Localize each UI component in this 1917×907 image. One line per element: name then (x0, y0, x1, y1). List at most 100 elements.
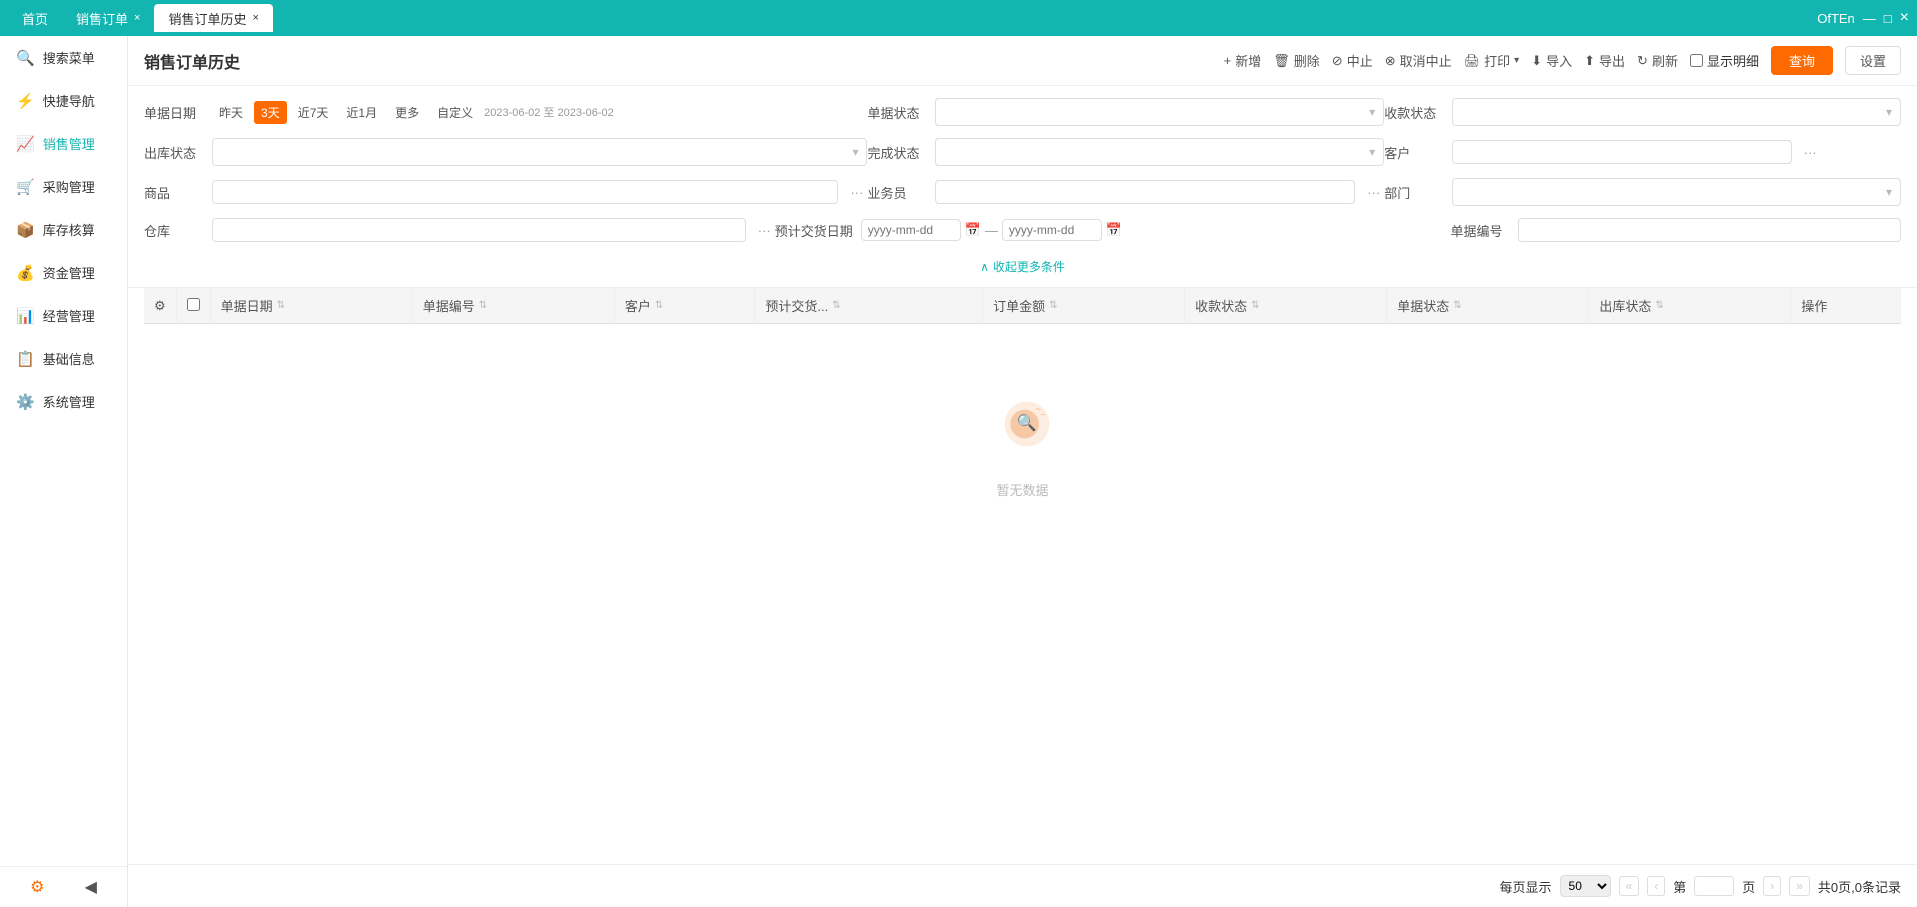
filter-completion-status: 完成状态 ▾ (867, 138, 1384, 166)
date-btn-more[interactable]: 更多 (388, 101, 426, 124)
minimize-icon[interactable]: — (1863, 11, 1876, 26)
filter-goods: 商品 ··· (144, 180, 867, 204)
page-size-select[interactable]: 50 10 20 100 (1560, 875, 1611, 897)
print-button[interactable]: 🖨 打印 ▾ (1464, 51, 1520, 70)
restore-icon[interactable]: □ (1884, 11, 1892, 26)
expected-delivery-label: 预计交货日期 (775, 221, 853, 240)
th-order-no[interactable]: 单据编号 ⇅ (412, 288, 614, 324)
delivery-status-label: 出库状态 (144, 143, 204, 162)
sidebar-item-operations-label: 经营管理 (43, 306, 95, 325)
date-btn-7days[interactable]: 近7天 (291, 101, 336, 124)
quick-nav-icon: ⚡ (16, 92, 35, 110)
page-label: 第 (1673, 877, 1686, 896)
stop-button[interactable]: ⊘ 中止 (1332, 51, 1373, 70)
filter-row-4: 仓库 ··· 预计交货日期 📅 — 📅 单据编号 (144, 218, 1901, 242)
select-all-checkbox[interactable] (187, 298, 200, 311)
th-settings[interactable]: ⚙ (144, 288, 176, 324)
query-button[interactable]: 查询 (1771, 46, 1833, 75)
tab-home[interactable]: 首页 (8, 4, 62, 32)
collapse-bar[interactable]: ∧ 收起更多条件 (144, 254, 1901, 279)
date-btn-month[interactable]: 近1月 (339, 101, 384, 124)
customer-input[interactable] (1452, 140, 1791, 164)
th-date[interactable]: 单据日期 ⇅ (210, 288, 412, 324)
sidebar-collapse-icon[interactable]: ◀ (85, 877, 97, 897)
last-page-button[interactable]: » (1789, 876, 1810, 896)
tab-sales-order[interactable]: 销售订单 × (62, 4, 154, 32)
sidebar-item-basic-info[interactable]: 📋 基础信息 (0, 337, 127, 380)
department-arrow: ▾ (1886, 185, 1892, 199)
sidebar-settings-icon[interactable]: ⚙ (30, 877, 44, 897)
tab-sales-history-close[interactable]: × (252, 12, 258, 24)
customer-label: 客户 (1384, 143, 1444, 162)
refresh-label: 刷新 (1652, 51, 1678, 70)
date-btn-today[interactable]: 昨天 (212, 101, 250, 124)
settings-button[interactable]: 设置 (1845, 46, 1901, 75)
warehouse-dots[interactable]: ··· (754, 223, 775, 238)
date-btn-3days[interactable]: 3天 (254, 101, 287, 124)
prev-page-button[interactable]: ‹ (1647, 876, 1665, 896)
sidebar-item-finance[interactable]: 💰 资金管理 (0, 251, 127, 294)
th-delivery-status[interactable]: 出库状态 ⇅ (1589, 288, 1791, 324)
stop-icon: ⊘ (1332, 53, 1343, 69)
first-page-button[interactable]: « (1619, 876, 1640, 896)
sidebar-item-inventory[interactable]: 📦 库存核算 (0, 208, 127, 251)
next-page-button[interactable]: › (1763, 876, 1781, 896)
new-button[interactable]: + 新增 (1224, 51, 1262, 70)
filter-row-1: 单据日期 昨天 3天 近7天 近1月 更多 自定义 2023-06-02 至 2… (144, 98, 1901, 126)
show-columns-wrapper: 显示明细 (1690, 51, 1759, 70)
stop-label: 中止 (1347, 51, 1373, 70)
delete-label: 删除 (1294, 51, 1320, 70)
export-button[interactable]: ⬆ 导出 (1584, 51, 1625, 70)
goods-input[interactable] (212, 180, 838, 204)
filter-expected-delivery: 预计交货日期 📅 — 📅 (775, 219, 1451, 241)
order-no-label: 单据编号 (1450, 221, 1510, 240)
system-mgmt-icon: ⚙️ (16, 393, 35, 411)
delete-button[interactable]: 🗑 删除 (1273, 51, 1320, 70)
expected-delivery-range: 📅 — 📅 (861, 219, 1451, 241)
sidebar-item-system-mgmt[interactable]: ⚙️ 系统管理 (0, 380, 127, 423)
sidebar-item-operations[interactable]: 📊 经营管理 (0, 294, 127, 337)
empty-state-icon: 🔍 ~ ~ (983, 384, 1063, 464)
delivery-status-arrow: ▾ (852, 145, 858, 159)
tab-sales-order-close[interactable]: × (134, 12, 140, 24)
show-columns-checkbox[interactable] (1690, 54, 1703, 67)
cancel-stop-button[interactable]: ⊗ 取消中止 (1385, 51, 1452, 70)
refresh-button[interactable]: ↻ 刷新 (1637, 51, 1678, 70)
th-payment-status[interactable]: 收款状态 ⇅ (1185, 288, 1387, 324)
th-order-status[interactable]: 单据状态 ⇅ (1387, 288, 1589, 324)
sidebar-item-quick-nav-label: 快捷导航 (43, 91, 95, 110)
payment-status-select[interactable]: ▾ (1452, 98, 1901, 126)
customer-dots[interactable]: ··· (1800, 145, 1821, 160)
date-btn-custom[interactable]: 自定义 (430, 101, 480, 124)
th-customer[interactable]: 客户 ⇅ (614, 288, 755, 324)
collapse-label: 收起更多条件 (993, 258, 1065, 275)
tab-sales-history[interactable]: 销售订单历史 × (154, 4, 272, 32)
th-checkbox[interactable] (176, 288, 210, 324)
tab-sales-order-label: 销售订单 (76, 9, 128, 28)
order-no-input[interactable] (1518, 218, 1901, 242)
sidebar-item-purchase-mgmt[interactable]: 🛒 采购管理 (0, 165, 127, 208)
import-button[interactable]: ⬇ 导入 (1531, 51, 1572, 70)
salesperson-input[interactable] (935, 180, 1355, 204)
th-order-status-label: 单据状态 (1397, 296, 1449, 315)
th-order-amount[interactable]: 订单金额 ⇅ (983, 288, 1185, 324)
warehouse-input[interactable] (212, 218, 746, 242)
expected-delivery-from[interactable] (861, 219, 961, 241)
sidebar-item-quick-nav[interactable]: ⚡ 快捷导航 (0, 79, 127, 122)
sidebar-item-sales-mgmt[interactable]: 📈 销售管理 (0, 122, 127, 165)
th-expected-delivery[interactable]: 预计交货... ⇅ (755, 288, 983, 324)
tab-bar: 首页 销售订单 × 销售订单历史 × OfTEn — □ × (0, 0, 1917, 36)
window-close-icon[interactable]: × (1900, 9, 1909, 27)
page-input[interactable]: 1 (1694, 876, 1734, 896)
operations-icon: 📊 (16, 307, 35, 325)
completion-status-select[interactable]: ▾ (935, 138, 1384, 166)
salesperson-dots[interactable]: ··· (1363, 185, 1384, 200)
sidebar-item-search-menu[interactable]: 🔍 搜索菜单 (0, 36, 127, 79)
calendar-to-icon[interactable]: 📅 (1106, 222, 1122, 238)
goods-dots[interactable]: ··· (846, 185, 867, 200)
expected-delivery-to[interactable] (1002, 219, 1102, 241)
order-status-select[interactable]: ▾ (935, 98, 1384, 126)
delivery-status-select[interactable]: ▾ (212, 138, 867, 166)
calendar-from-icon[interactable]: 📅 (965, 222, 981, 238)
department-select[interactable]: ▾ (1452, 178, 1901, 206)
